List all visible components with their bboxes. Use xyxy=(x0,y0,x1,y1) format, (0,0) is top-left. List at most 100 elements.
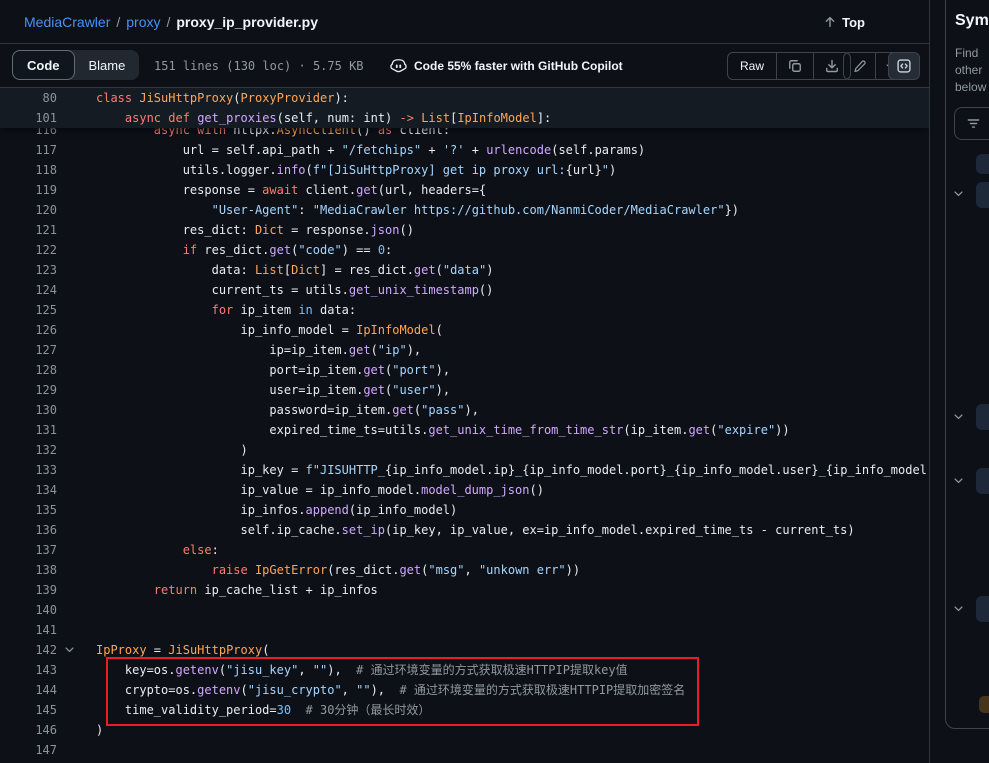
sticky-scope-header: 80class JiSuHttpProxy(ProxyProvider):101… xyxy=(0,88,929,128)
line-number[interactable]: 120 xyxy=(0,200,57,220)
line-number[interactable]: 125 xyxy=(0,300,57,320)
copy-raw-button[interactable] xyxy=(776,53,813,79)
line-number[interactable]: 130 xyxy=(0,400,57,420)
code-text: ip=ip_item.get("ip"), xyxy=(96,340,421,360)
symbol-item[interactable] xyxy=(976,596,989,622)
code-text: IpProxy = JiSuHttpProxy( xyxy=(96,640,269,660)
back-to-top-label: Top xyxy=(842,15,865,30)
line-number[interactable]: 143 xyxy=(0,660,57,680)
file-view-panel: MediaCrawler / proxy / proxy_ip_provider… xyxy=(0,0,930,763)
line-number[interactable]: 134 xyxy=(0,480,57,500)
line-number[interactable]: 129 xyxy=(0,380,57,400)
code-line-127: 127 ip=ip_item.get("ip"), xyxy=(0,340,929,360)
code-text: password=ip_item.get("pass"), xyxy=(96,400,479,420)
line-number[interactable]: 133 xyxy=(0,460,57,480)
symbol-item[interactable] xyxy=(979,696,989,713)
line-number[interactable]: 145 xyxy=(0,700,57,720)
code-view: 116 async with httpx.AsyncClient() as cl… xyxy=(0,88,929,763)
code-line-118: 118 utils.logger.info(f"[JiSuHttpProxy] … xyxy=(0,160,929,180)
line-number[interactable]: 132 xyxy=(0,440,57,460)
symbol-item[interactable] xyxy=(976,182,989,208)
code-line-101: 101 async def get_proxies(self, num: int… xyxy=(0,108,929,128)
code-line-142: 142 IpProxy = JiSuHttpProxy( xyxy=(0,640,929,660)
code-line-80: 80class JiSuHttpProxy(ProxyProvider): xyxy=(0,88,929,108)
copilot-banner[interactable]: Code 55% faster with GitHub Copilot xyxy=(390,44,623,87)
line-number[interactable]: 128 xyxy=(0,360,57,380)
line-number[interactable]: 118 xyxy=(0,160,57,180)
line-number[interactable]: 117 xyxy=(0,140,57,160)
line-number[interactable]: 131 xyxy=(0,420,57,440)
chevron-down-icon[interactable] xyxy=(952,187,966,201)
breadcrumb-repo-link[interactable]: MediaCrawler xyxy=(24,14,110,30)
code-blame-switcher: Code Blame xyxy=(12,50,139,80)
code-line-129: 129 user=ip_item.get("user"), xyxy=(0,380,929,400)
code-text: crypto=os.getenv("jisu_crypto", ""), # 通… xyxy=(96,680,685,700)
copy-icon xyxy=(787,58,803,74)
line-number[interactable]: 127 xyxy=(0,340,57,360)
chevron-down-icon[interactable] xyxy=(952,602,966,616)
symbols-panel-description-line: other xyxy=(955,63,982,77)
code-text: ) xyxy=(96,440,248,460)
code-text: res_dict: Dict = response.json() xyxy=(96,220,414,240)
filter-symbols-button[interactable] xyxy=(954,107,989,140)
edit-file-button[interactable] xyxy=(844,53,875,79)
code-text: self.ip_cache.set_ip(ip_key, ip_value, e… xyxy=(96,520,855,540)
line-number[interactable]: 126 xyxy=(0,320,57,340)
chevron-down-icon[interactable] xyxy=(952,474,966,488)
breadcrumb-filename: proxy_ip_provider.py xyxy=(176,14,318,30)
code-text: ip_key = f"JISUHTTP_{ip_info_model.ip}_{… xyxy=(96,460,929,480)
line-number[interactable]: 80 xyxy=(0,88,57,108)
line-number[interactable]: 141 xyxy=(0,620,57,640)
line-number[interactable]: 147 xyxy=(0,740,57,760)
line-number[interactable]: 122 xyxy=(0,240,57,260)
line-number[interactable]: 137 xyxy=(0,540,57,560)
symbol-item[interactable] xyxy=(976,468,989,494)
fold-toggle-icon[interactable] xyxy=(63,643,77,657)
line-number[interactable]: 142 xyxy=(0,640,57,660)
code-text: if res_dict.get("code") == 0: xyxy=(96,240,392,260)
breadcrumb-folder-link[interactable]: proxy xyxy=(126,14,160,30)
code-line-131: 131 expired_time_ts=utils.get_unix_time_… xyxy=(0,420,929,440)
code-line-141: 141 xyxy=(0,620,929,640)
code-line-146: 146) xyxy=(0,720,929,740)
tab-code[interactable]: Code xyxy=(12,50,75,80)
pencil-icon xyxy=(852,59,867,74)
line-number[interactable]: 144 xyxy=(0,680,57,700)
symbol-item[interactable] xyxy=(976,404,989,430)
line-number[interactable]: 101 xyxy=(0,108,57,128)
code-text: else: xyxy=(96,540,219,560)
code-text: ip_value = ip_info_model.model_dump_json… xyxy=(96,480,544,500)
line-number[interactable]: 135 xyxy=(0,500,57,520)
code-line-140: 140 xyxy=(0,600,929,620)
symbols-panel-toggle[interactable] xyxy=(888,52,920,80)
code-text: data: List[Dict] = res_dict.get("data") xyxy=(96,260,493,280)
code-line-138: 138 raise IpGetError(res_dict.get("msg",… xyxy=(0,560,929,580)
code-line-126: 126 ip_info_model = IpInfoModel( xyxy=(0,320,929,340)
line-number[interactable]: 121 xyxy=(0,220,57,240)
line-number[interactable]: 146 xyxy=(0,720,57,740)
symbols-panel-description-line: below xyxy=(955,80,986,94)
raw-button[interactable]: Raw xyxy=(728,53,776,79)
line-number[interactable]: 136 xyxy=(0,520,57,540)
back-to-top-button[interactable]: Top xyxy=(823,0,865,44)
line-number[interactable]: 138 xyxy=(0,560,57,580)
code-text: ip_infos.append(ip_info_model) xyxy=(96,500,457,520)
code-line-119: 119 response = await client.get(url, hea… xyxy=(0,180,929,200)
chevron-down-icon[interactable] xyxy=(952,410,966,424)
breadcrumb-bar: MediaCrawler / proxy / proxy_ip_provider… xyxy=(0,0,929,44)
line-number[interactable]: 139 xyxy=(0,580,57,600)
code-text: port=ip_item.get("port"), xyxy=(96,360,450,380)
line-number[interactable]: 140 xyxy=(0,600,57,620)
tab-blame[interactable]: Blame xyxy=(75,50,140,80)
line-number[interactable]: 123 xyxy=(0,260,57,280)
symbol-item[interactable] xyxy=(976,154,989,174)
line-number[interactable]: 119 xyxy=(0,180,57,200)
code-symbols-icon xyxy=(896,58,912,74)
copilot-icon xyxy=(390,57,407,74)
code-text: key=os.getenv("jisu_key", ""), # 通过环境变量的… xyxy=(96,660,628,680)
code-line-144: 144 crypto=os.getenv("jisu_crypto", ""),… xyxy=(0,680,929,700)
code-line-133: 133 ip_key = f"JISUHTTP_{ip_info_model.i… xyxy=(0,460,929,480)
code-line-122: 122 if res_dict.get("code") == 0: xyxy=(0,240,929,260)
line-number[interactable]: 124 xyxy=(0,280,57,300)
code-line-117: 117 url = self.api_path + "/fetchips" + … xyxy=(0,140,929,160)
